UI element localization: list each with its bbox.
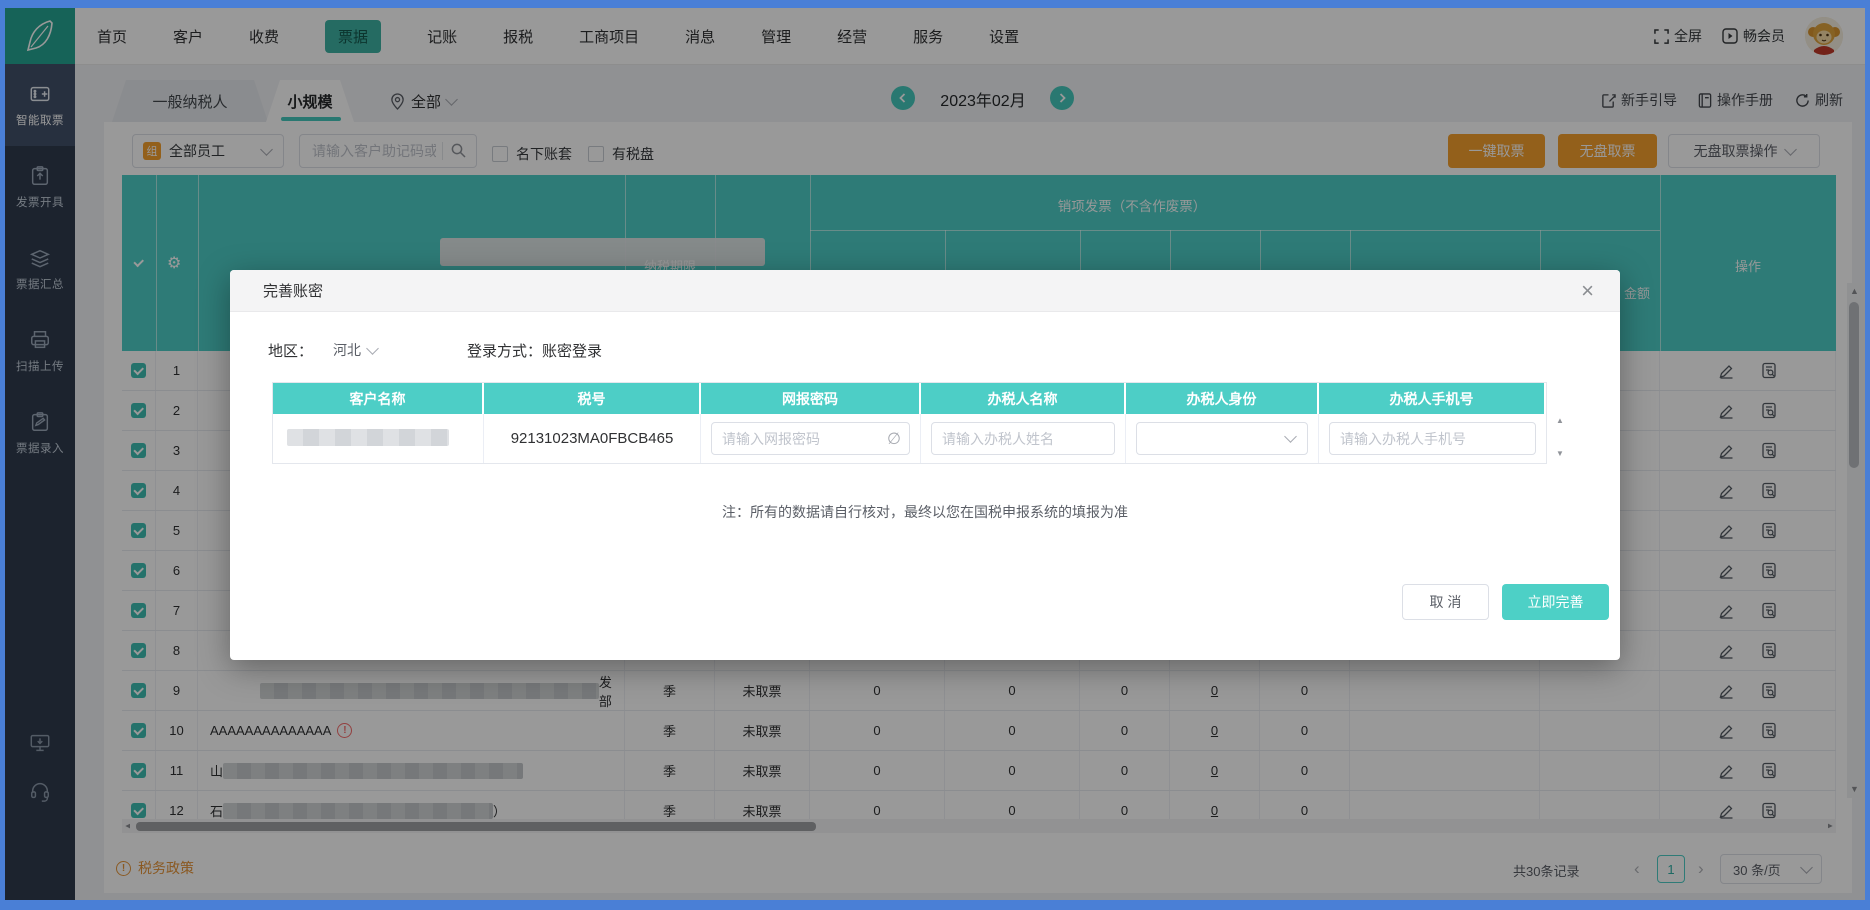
credentials-table-header: 客户名称 税号 网报密码 办税人名称 办税人身份 办税人手机号 bbox=[273, 383, 1546, 414]
login-mode-value: 账密登录 bbox=[542, 342, 603, 360]
credentials-column-header: 客户名称 bbox=[273, 383, 484, 414]
tax-agent-name-cell bbox=[921, 414, 1126, 463]
cancel-button[interactable]: 取 消 bbox=[1402, 584, 1489, 620]
modal-header: 完善账密 bbox=[230, 270, 1620, 312]
redacted-name-block bbox=[287, 429, 449, 446]
close-icon[interactable]: × bbox=[1581, 278, 1594, 304]
credentials-column-header: 办税人身份 bbox=[1126, 383, 1319, 414]
chevron-down-icon bbox=[366, 341, 379, 355]
tax-number-cell: 92131023MA0FBCB465 bbox=[484, 414, 701, 463]
row-spinner: ▲ ▼ bbox=[1552, 416, 1568, 458]
modal-region-row: 地区： 河北 登录方式： 账密登录 bbox=[268, 336, 602, 364]
spinner-down-arrow[interactable]: ▼ bbox=[1552, 449, 1568, 458]
tax-agent-name-input[interactable] bbox=[931, 422, 1115, 455]
web-password-input[interactable] bbox=[711, 422, 910, 455]
confirm-button[interactable]: 立即完善 bbox=[1502, 584, 1609, 620]
credentials-table: 客户名称 税号 网报密码 办税人名称 办税人身份 办税人手机号 92131023… bbox=[272, 382, 1547, 464]
credentials-column-header: 网报密码 bbox=[701, 383, 921, 414]
tax-agent-phone-input[interactable] bbox=[1329, 422, 1536, 455]
spinner-up-arrow[interactable]: ▲ bbox=[1552, 416, 1568, 425]
window-frame-left bbox=[0, 0, 5, 910]
client-name-cell bbox=[273, 414, 484, 463]
app-window: 首页 客户 收费 票据 记账 报税 工商项目 消息 管理 经营 服务 设置 全屏… bbox=[0, 0, 1870, 910]
window-frame-bottom bbox=[0, 900, 1870, 910]
tax-agent-identity-cell bbox=[1126, 414, 1319, 463]
region-dropdown[interactable]: 河北 bbox=[333, 340, 379, 360]
window-frame-top bbox=[0, 0, 1870, 8]
eye-off-icon[interactable]: ∅ bbox=[887, 429, 901, 449]
complete-credentials-modal: 完善账密 × 地区： 河北 登录方式： 账密登录 客户名称 税号 网报密码 办税… bbox=[230, 270, 1620, 660]
credentials-column-header: 税号 bbox=[484, 383, 701, 414]
credentials-column-header: 办税人名称 bbox=[921, 383, 1126, 414]
window-frame-right bbox=[1865, 0, 1870, 910]
modal-note: 注：所有的数据请自行核对，最终以您在国税申报系统的填报为准 bbox=[722, 504, 1128, 520]
web-password-cell: ∅ bbox=[701, 414, 921, 463]
credentials-table-row: 92131023MA0FBCB465 ∅ bbox=[273, 414, 1546, 463]
identity-select[interactable] bbox=[1136, 422, 1308, 455]
modal-title: 完善账密 bbox=[263, 283, 324, 300]
credentials-column-header: 办税人手机号 bbox=[1319, 383, 1546, 414]
tax-agent-phone-cell bbox=[1319, 414, 1546, 463]
chevron-down-icon bbox=[1284, 430, 1297, 443]
